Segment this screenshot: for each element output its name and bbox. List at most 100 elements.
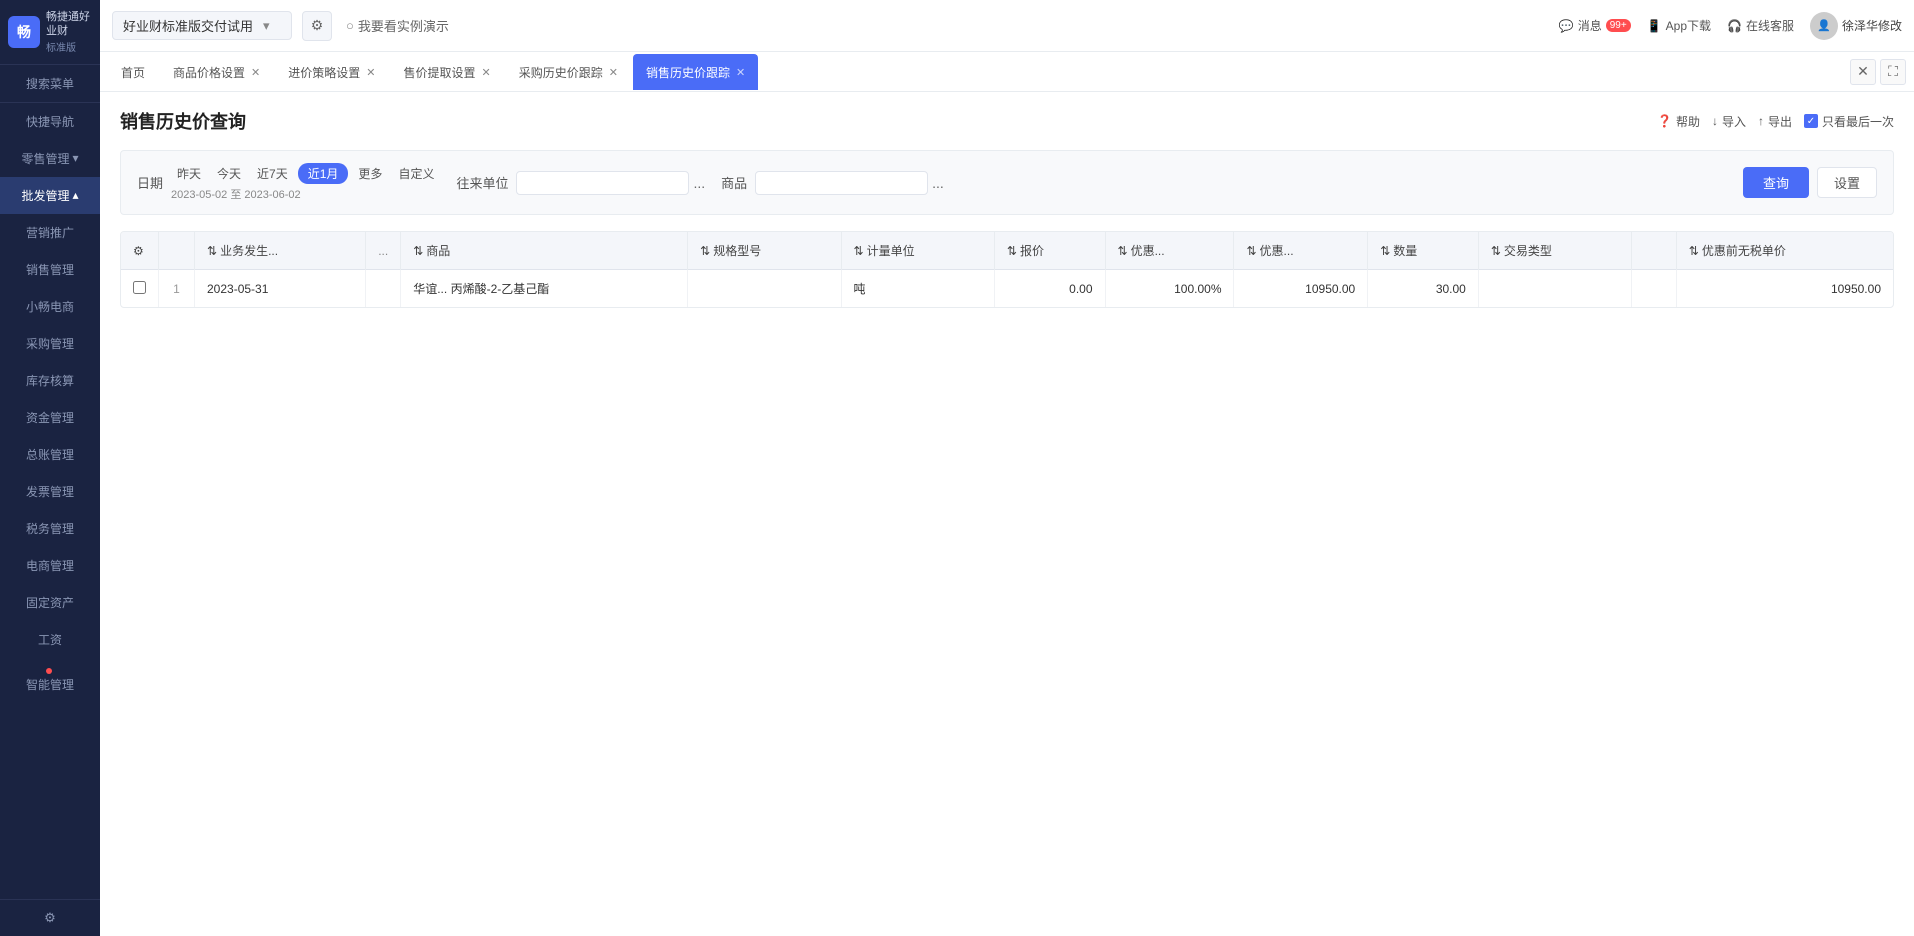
version-selector-text: 好业财标准版交付试用 bbox=[123, 16, 253, 35]
sidebar-item-wholesale[interactable]: 批发管理 ▴ bbox=[0, 177, 100, 214]
product-dots-button[interactable]: ... bbox=[932, 175, 944, 191]
th-product[interactable]: ⇅ 商品 bbox=[401, 232, 688, 270]
date-filter-group: 日期 昨天 今天 近7天 近1月 更多 自定义 2023-05-02 至 202… bbox=[137, 163, 440, 202]
help-icon: ❓ bbox=[1657, 114, 1672, 128]
setting-button[interactable]: 设置 bbox=[1817, 167, 1877, 198]
sidebar-bottom-gear[interactable]: ⚙ bbox=[0, 899, 100, 936]
import-button[interactable]: ↓ 导入 bbox=[1712, 113, 1746, 130]
sidebar-item-marketing[interactable]: 营销推广 bbox=[0, 214, 100, 251]
sidebar-item-finance[interactable]: 资金管理 bbox=[0, 399, 100, 436]
sidebar-item-retail[interactable]: 零售管理 ▾ bbox=[0, 140, 100, 177]
sidebar: 畅 畅捷通好业财 标准版 搜索菜单 快捷导航 零售管理 ▾ 批发管理 ▴ 营销推… bbox=[0, 0, 100, 936]
date-btn-yesterday[interactable]: 昨天 bbox=[171, 163, 207, 184]
th-spacer bbox=[1632, 232, 1677, 270]
last-only-checkbox[interactable]: ✓ 只看最后一次 bbox=[1804, 113, 1894, 130]
sidebar-item-smart[interactable]: 智能管理 bbox=[0, 658, 100, 703]
td-product-full: 丙烯酸-2-乙基己酯 bbox=[451, 282, 550, 296]
export-icon: ↑ bbox=[1758, 114, 1764, 128]
sidebar-search[interactable]: 搜索菜单 bbox=[0, 65, 100, 103]
th-spec-label: 规格型号 bbox=[713, 242, 761, 259]
tab-home[interactable]: 首页 bbox=[108, 54, 158, 90]
fixed-assets-label: 固定资产 bbox=[26, 594, 74, 611]
product-input[interactable] bbox=[755, 171, 928, 195]
th-list-price[interactable]: ⇅ 报价 bbox=[994, 232, 1105, 270]
topbar-right: 💬 消息 99+ 📱 App下载 🎧 在线客服 👤 徐泽华修改 bbox=[1559, 12, 1902, 40]
th-discount-amt[interactable]: ⇅ 优惠... bbox=[1234, 232, 1368, 270]
sidebar-item-ecommerce-small[interactable]: 小畅电商 bbox=[0, 288, 100, 325]
th-biz-date[interactable]: ⇅ 业务发生... bbox=[195, 232, 366, 270]
app-download-action[interactable]: 📱 App下载 bbox=[1647, 17, 1711, 34]
th-qty-sort-icon: ⇅ bbox=[1380, 244, 1390, 258]
th-pre-tax-price-label: 优惠前无税单价 bbox=[1702, 242, 1786, 259]
th-pre-tax-price[interactable]: ⇅ 优惠前无税单价 bbox=[1676, 232, 1893, 270]
tab-price-close-icon[interactable]: ✕ bbox=[251, 66, 260, 79]
date-btn-last7[interactable]: 近7天 bbox=[251, 163, 294, 184]
export-label: 导出 bbox=[1768, 113, 1792, 130]
sidebar-item-tax[interactable]: 税务管理 bbox=[0, 510, 100, 547]
tab-sale-extract-close-icon[interactable]: ✕ bbox=[482, 66, 491, 79]
version-selector[interactable]: 好业财标准版交付试用 ▾ bbox=[112, 11, 292, 40]
tab-home-label: 首页 bbox=[121, 64, 145, 81]
last-only-label: 只看最后一次 bbox=[1822, 113, 1894, 130]
help-button[interactable]: ❓ 帮助 bbox=[1657, 113, 1700, 130]
th-tx-type-label: 交易类型 bbox=[1504, 242, 1552, 259]
th-list-price-sort-icon: ⇅ bbox=[1007, 244, 1017, 258]
td-checkbox[interactable] bbox=[121, 270, 159, 308]
sidebar-item-inventory[interactable]: 库存核算 bbox=[0, 362, 100, 399]
th-gear[interactable]: ⚙ bbox=[121, 232, 159, 270]
sidebar-item-purchase[interactable]: 采购管理 bbox=[0, 325, 100, 362]
tab-fullscreen-button[interactable]: ⛶ bbox=[1880, 59, 1906, 85]
tabbar: 首页 商品价格设置 ✕ 进价策略设置 ✕ 售价提取设置 ✕ 采购历史价跟踪 ✕ … bbox=[100, 52, 1914, 92]
tab-purchase-history[interactable]: 采购历史价跟踪 ✕ bbox=[506, 54, 631, 90]
product-filter-group: 商品 ... bbox=[721, 171, 944, 195]
tab-price[interactable]: 商品价格设置 ✕ bbox=[160, 54, 273, 90]
settings-gear-button[interactable]: ⚙ bbox=[302, 11, 332, 41]
source-unit-filter-group: 往来单位 ... bbox=[456, 171, 705, 195]
tab-sale-history-close-icon[interactable]: ✕ bbox=[736, 66, 745, 79]
date-btn-custom[interactable]: 自定义 bbox=[392, 163, 440, 184]
data-table: ⚙ ⇅ 业务发生... ... bbox=[121, 232, 1893, 307]
date-btn-last1m[interactable]: 近1月 bbox=[298, 163, 349, 184]
date-btn-more[interactable]: 更多 bbox=[352, 163, 388, 184]
th-list-price-label: 报价 bbox=[1020, 242, 1044, 259]
th-spec-sort-icon: ⇅ bbox=[700, 244, 710, 258]
tab-purchase-strategy[interactable]: 进价策略设置 ✕ bbox=[275, 54, 388, 90]
payroll-label: 工资 bbox=[38, 631, 62, 648]
td-tx-type bbox=[1478, 270, 1631, 308]
export-button[interactable]: ↑ 导出 bbox=[1758, 113, 1792, 130]
query-button[interactable]: 查询 bbox=[1743, 167, 1809, 198]
tab-purchase-history-close-icon[interactable]: ✕ bbox=[609, 66, 618, 79]
tab-price-label: 商品价格设置 bbox=[173, 64, 245, 81]
source-unit-dots-button[interactable]: ... bbox=[693, 175, 705, 191]
th-qty[interactable]: ⇅ 数量 bbox=[1368, 232, 1479, 270]
tab-close-all-button[interactable]: ✕ bbox=[1850, 59, 1876, 85]
sidebar-item-sales[interactable]: 销售管理 bbox=[0, 251, 100, 288]
th-discount-pct[interactable]: ⇅ 优惠... bbox=[1105, 232, 1234, 270]
sidebar-item-ecommerce[interactable]: 电商管理 bbox=[0, 547, 100, 584]
marketing-label: 营销推广 bbox=[26, 224, 74, 241]
sidebar-item-general-ledger[interactable]: 总账管理 bbox=[0, 436, 100, 473]
source-unit-input[interactable] bbox=[516, 171, 689, 195]
tab-sale-history[interactable]: 销售历史价跟踪 ✕ bbox=[633, 54, 758, 90]
user-profile[interactable]: 👤 徐泽华修改 bbox=[1810, 12, 1902, 40]
th-more[interactable]: ... bbox=[366, 232, 401, 270]
logo-sub: 标准版 bbox=[46, 39, 92, 54]
message-action[interactable]: 💬 消息 99+ bbox=[1559, 17, 1631, 34]
th-pre-tax-price-sort-icon: ⇅ bbox=[1689, 244, 1699, 258]
tab-sale-extract[interactable]: 售价提取设置 ✕ bbox=[390, 54, 503, 90]
th-unit[interactable]: ⇅ 计量单位 bbox=[841, 232, 994, 270]
tab-purchase-strategy-close-icon[interactable]: ✕ bbox=[366, 66, 375, 79]
sidebar-item-fixed-assets[interactable]: 固定资产 bbox=[0, 584, 100, 621]
demo-link[interactable]: ○ 我要看实例演示 bbox=[346, 16, 449, 35]
message-icon: 💬 bbox=[1559, 19, 1574, 33]
sidebar-item-invoice[interactable]: 发票管理 bbox=[0, 473, 100, 510]
date-btn-today[interactable]: 今天 bbox=[211, 163, 247, 184]
th-tx-type[interactable]: ⇅ 交易类型 bbox=[1478, 232, 1631, 270]
sidebar-item-quick-nav[interactable]: 快捷导航 bbox=[0, 103, 100, 140]
filter-row: 日期 昨天 今天 近7天 近1月 更多 自定义 2023-05-02 至 202… bbox=[120, 150, 1894, 215]
row-checkbox[interactable] bbox=[133, 281, 146, 294]
sidebar-item-payroll[interactable]: 工资 bbox=[0, 621, 100, 658]
th-spec[interactable]: ⇅ 规格型号 bbox=[688, 232, 841, 270]
customer-service-action[interactable]: 🎧 在线客服 bbox=[1727, 17, 1794, 34]
th-product-sort-icon: ⇅ bbox=[413, 244, 423, 258]
